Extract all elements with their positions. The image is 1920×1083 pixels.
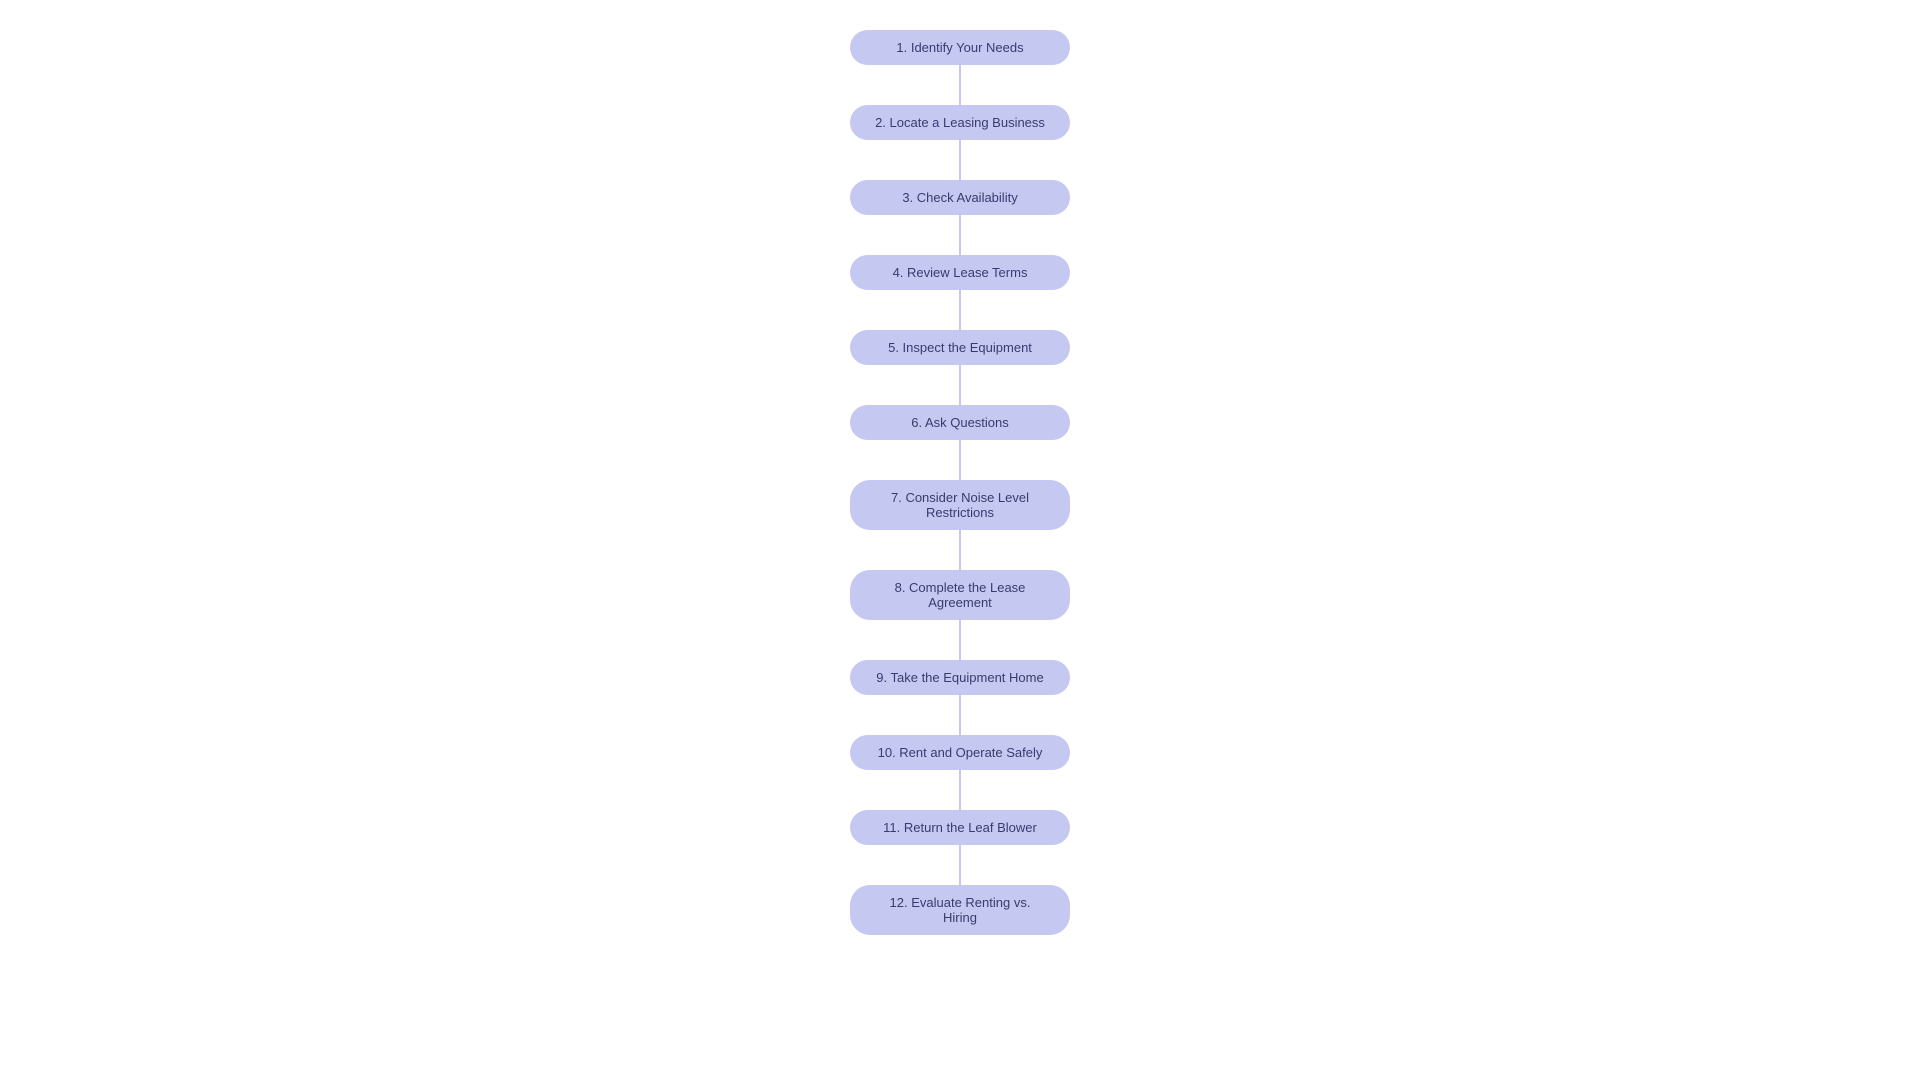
- node-9: 9. Take the Equipment Home: [850, 660, 1070, 695]
- node-12: 12. Evaluate Renting vs. Hiring: [850, 885, 1070, 935]
- connector-1: [959, 65, 961, 105]
- node-5: 5. Inspect the Equipment: [850, 330, 1070, 365]
- node-2: 2. Locate a Leasing Business: [850, 105, 1070, 140]
- connector-3: [959, 215, 961, 255]
- node-4: 4. Review Lease Terms: [850, 255, 1070, 290]
- connector-6: [959, 440, 961, 480]
- connector-8: [959, 620, 961, 660]
- connector-2: [959, 140, 961, 180]
- node-3: 3. Check Availability: [850, 180, 1070, 215]
- connector-11: [959, 845, 961, 885]
- connector-4: [959, 290, 961, 330]
- flowchart: 1. Identify Your Needs 2. Locate a Leasin…: [810, 30, 1110, 935]
- node-10: 10. Rent and Operate Safely: [850, 735, 1070, 770]
- node-8: 8. Complete the Lease Agreement: [850, 570, 1070, 620]
- connector-10: [959, 770, 961, 810]
- connector-5: [959, 365, 961, 405]
- node-7: 7. Consider Noise Level Restrictions: [850, 480, 1070, 530]
- node-11: 11. Return the Leaf Blower: [850, 810, 1070, 845]
- node-1: 1. Identify Your Needs: [850, 30, 1070, 65]
- connector-7: [959, 530, 961, 570]
- connector-9: [959, 695, 961, 735]
- node-6: 6. Ask Questions: [850, 405, 1070, 440]
